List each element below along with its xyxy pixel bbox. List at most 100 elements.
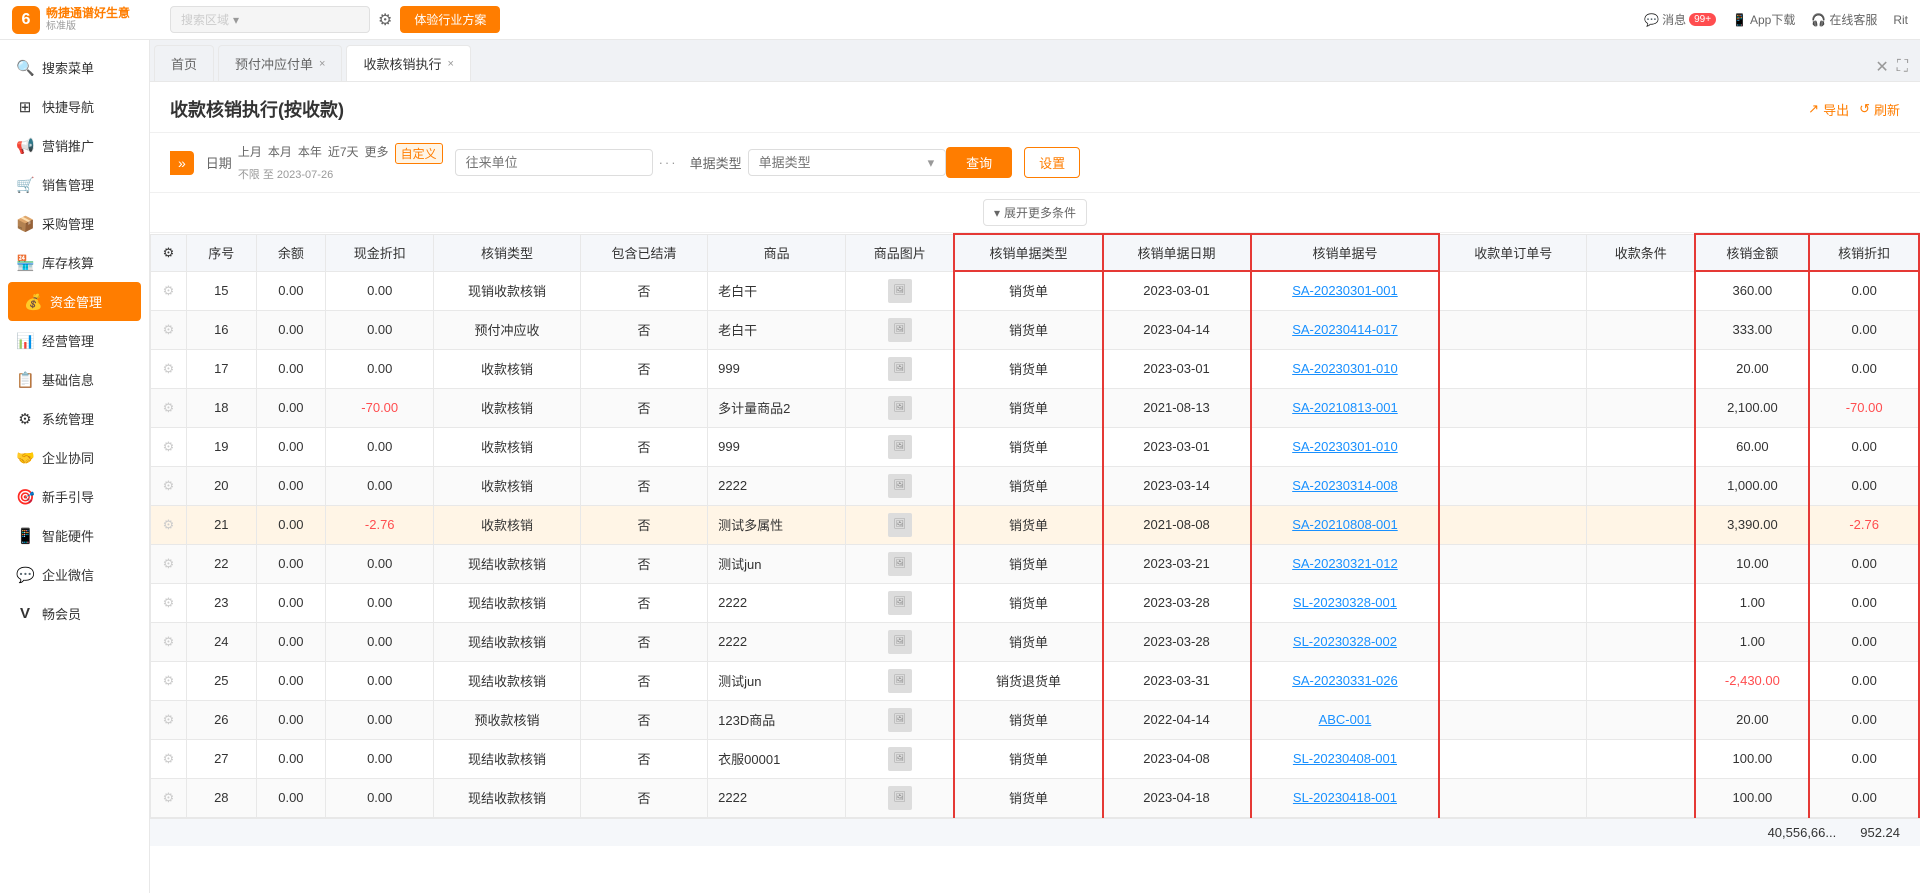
date-this-year[interactable]: 本年 (298, 143, 322, 164)
td-cancel-no[interactable]: SL-20230328-001 (1251, 583, 1440, 622)
td-cancel-no[interactable]: SA-20230301-010 (1251, 349, 1440, 388)
td-cancel-no[interactable]: SA-20230414-017 (1251, 310, 1440, 349)
app-download[interactable]: 📱 App下载 (1732, 11, 1795, 28)
refresh-btn[interactable]: ↺ 刷新 (1859, 100, 1900, 119)
td-balance: 0.00 (256, 505, 326, 544)
sidebar-item-enterprise[interactable]: 🤝 企业协同 (0, 438, 149, 477)
date-row: 上月 本月 本年 近7天 更多 自定义 不限 至 2023-07-26 (238, 143, 443, 182)
tab-prepay[interactable]: 预付冲应付单 × (218, 45, 342, 81)
td-product-img: 🖼 (846, 310, 955, 349)
td-gear[interactable]: ⚙ (151, 427, 187, 466)
td-receipt-condition (1587, 271, 1696, 310)
tab-receipt-close[interactable]: × (447, 58, 453, 70)
brand-name: 畅捷通谱好生意 (46, 6, 130, 20)
td-cancel-no[interactable]: SA-20230321-012 (1251, 544, 1440, 583)
voucher-type-input[interactable] (748, 149, 946, 176)
td-gear[interactable]: ⚙ (151, 544, 187, 583)
td-cancel-no[interactable]: SA-20230301-001 (1251, 271, 1440, 310)
th-gear[interactable]: ⚙ (151, 234, 187, 271)
filter-partner-group: ··· (455, 149, 678, 176)
td-cancel-voucher-type: 销货单 (954, 544, 1102, 583)
td-gear[interactable]: ⚙ (151, 349, 187, 388)
sidebar-item-system[interactable]: ⚙ 系统管理 (0, 399, 149, 438)
settings-btn[interactable]: 设置 (1024, 147, 1080, 178)
sidebar-item-finance[interactable]: 💰 资金管理 (8, 282, 141, 321)
sidebar-item-marketing[interactable]: 📢 营销推广 (0, 126, 149, 165)
td-cash-discount: 0.00 (326, 622, 434, 661)
sidebar-item-inventory[interactable]: 🏪 库存核算 (0, 243, 149, 282)
filter-toggle-btn[interactable]: » (170, 151, 194, 175)
td-cancel-type: 现结收款核销 (434, 583, 581, 622)
date-7days[interactable]: 近7天 (328, 143, 359, 164)
td-cancel-no[interactable]: SA-20230314-008 (1251, 466, 1440, 505)
td-gear[interactable]: ⚙ (151, 661, 187, 700)
message-action[interactable]: 💬 消息 99+ (1644, 11, 1716, 28)
date-this-month[interactable]: 本月 (268, 143, 292, 164)
tab-receipt[interactable]: 收款核销执行 × (346, 45, 470, 81)
td-gear[interactable]: ⚙ (151, 505, 187, 544)
search-box[interactable]: 搜索区域 ▾ (170, 6, 370, 33)
td-receipt-condition (1587, 739, 1696, 778)
td-cancel-no[interactable]: ABC-001 (1251, 700, 1440, 739)
sidebar-item-basic-info[interactable]: 📋 基础信息 (0, 360, 149, 399)
tab-expand-icon[interactable]: ⛶ (1897, 58, 1908, 76)
sidebar-item-operations[interactable]: 📊 经营管理 (0, 321, 149, 360)
sidebar-item-newbie[interactable]: 🎯 新手引导 (0, 477, 149, 516)
sidebar-item-wechat[interactable]: 💬 企业微信 (0, 555, 149, 594)
td-cancel-no[interactable]: SL-20230328-002 (1251, 622, 1440, 661)
td-gear[interactable]: ⚙ (151, 271, 187, 310)
table-wrapper[interactable]: ⚙ 序号 余额 现金折扣 核销类型 包含已结清 商品 商品图片 核销单据类型 核… (150, 233, 1920, 893)
date-custom[interactable]: 自定义 (395, 143, 443, 164)
user-name[interactable]: Rit (1893, 13, 1908, 27)
td-cancel-no[interactable]: SA-20230301-010 (1251, 427, 1440, 466)
td-cancel-voucher-type: 销货单 (954, 349, 1102, 388)
dropdown-icon[interactable]: ▾ (233, 13, 239, 27)
td-gear[interactable]: ⚙ (151, 700, 187, 739)
tab-prepay-close[interactable]: × (319, 58, 325, 70)
expand-btn[interactable]: ▾ 展开更多条件 (983, 199, 1087, 226)
online-service[interactable]: 🎧 在线客服 (1811, 11, 1877, 28)
td-product: 123D商品 (708, 700, 846, 739)
filter-voucher-group: 单据类型 ▾ (690, 149, 935, 176)
sidebar-item-vip[interactable]: V 畅会员 (0, 594, 149, 633)
industry-btn[interactable]: 体验行业方案 (400, 6, 500, 33)
td-receipt-condition (1587, 583, 1696, 622)
td-gear[interactable]: ⚙ (151, 466, 187, 505)
td-product: 测试jun (708, 544, 846, 583)
td-gear[interactable]: ⚙ (151, 622, 187, 661)
sidebar-item-search[interactable]: 🔍 搜索菜单 (0, 48, 149, 87)
td-cancel-no[interactable]: SA-20210813-001 (1251, 388, 1440, 427)
td-gear[interactable]: ⚙ (151, 778, 187, 817)
td-product-img: 🖼 (846, 427, 955, 466)
td-cash-discount: -2.76 (326, 505, 434, 544)
td-product: 测试多属性 (708, 505, 846, 544)
gear-icon[interactable]: ⚙ (378, 10, 392, 30)
td-gear[interactable]: ⚙ (151, 310, 187, 349)
sidebar-label-finance: 资金管理 (50, 292, 102, 311)
query-btn[interactable]: 查询 (946, 147, 1012, 178)
th-receipt-condition: 收款条件 (1587, 234, 1696, 271)
td-cancel-no[interactable]: SA-20210808-001 (1251, 505, 1440, 544)
td-gear[interactable]: ⚙ (151, 739, 187, 778)
td-receipt-condition (1587, 427, 1696, 466)
sidebar-label-sales: 销售管理 (42, 175, 94, 194)
export-btn[interactable]: ↗ 导出 (1808, 100, 1849, 119)
partner-input[interactable] (455, 149, 653, 176)
td-receipt-order-no (1439, 310, 1586, 349)
td-gear[interactable]: ⚙ (151, 583, 187, 622)
sidebar-item-smarthw[interactable]: 📱 智能硬件 (0, 516, 149, 555)
tab-close-icon[interactable]: ✕ (1875, 57, 1888, 77)
date-last-month[interactable]: 上月 (238, 143, 262, 164)
sidebar-label-enterprise: 企业协同 (42, 448, 94, 467)
expand-icon: ▾ (994, 206, 1000, 220)
sidebar-item-quick-nav[interactable]: ⊞ 快捷导航 (0, 87, 149, 126)
td-cancel-no[interactable]: SA-20230331-026 (1251, 661, 1440, 700)
td-gear[interactable]: ⚙ (151, 388, 187, 427)
tab-home[interactable]: 首页 (154, 45, 214, 81)
td-cancel-no[interactable]: SL-20230408-001 (1251, 739, 1440, 778)
sidebar-item-sales[interactable]: 🛒 销售管理 (0, 165, 149, 204)
sidebar-item-purchase[interactable]: 📦 采购管理 (0, 204, 149, 243)
td-cancel-no[interactable]: SL-20230418-001 (1251, 778, 1440, 817)
date-more[interactable]: 更多 (365, 143, 389, 164)
td-seq: 20 (187, 466, 257, 505)
